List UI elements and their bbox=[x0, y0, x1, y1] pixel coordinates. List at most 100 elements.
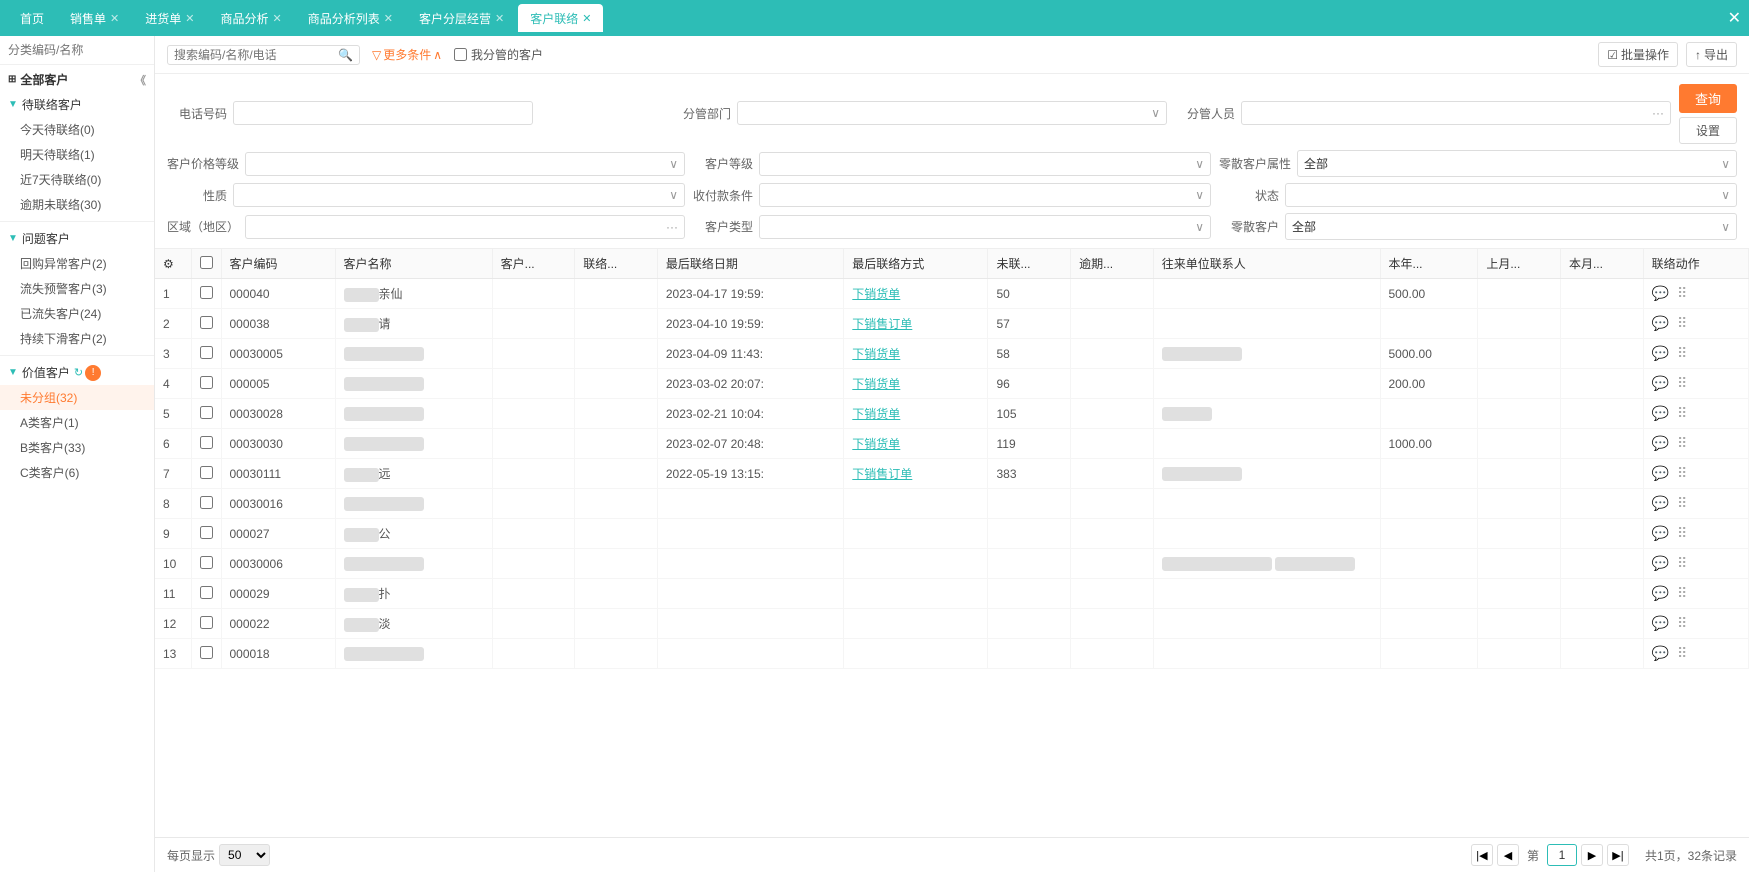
message-icon[interactable]: 💬 bbox=[1652, 405, 1669, 422]
qr-icon[interactable]: ⠿ bbox=[1677, 285, 1687, 302]
tab-home[interactable]: 首页 bbox=[8, 4, 56, 32]
qr-icon[interactable]: ⠿ bbox=[1677, 465, 1687, 482]
sidebar-item-churn-warning[interactable]: 流失预警客户(3) bbox=[0, 276, 154, 301]
message-icon[interactable]: 💬 bbox=[1652, 615, 1669, 632]
sidebar-item-class-b[interactable]: B类客户(33) bbox=[0, 435, 154, 460]
message-icon[interactable]: 💬 bbox=[1652, 285, 1669, 302]
sidebar-item-today[interactable]: 今天待联络(0) bbox=[0, 117, 154, 142]
message-icon[interactable]: 💬 bbox=[1652, 435, 1669, 452]
page-input[interactable] bbox=[1547, 844, 1577, 866]
settings-col-header[interactable]: ⚙ bbox=[155, 249, 191, 279]
sidebar-item-ungroup[interactable]: 未分组(32) bbox=[0, 385, 154, 410]
payment-select[interactable]: ∨ bbox=[759, 183, 1211, 207]
export-button[interactable]: ↑ 导出 bbox=[1686, 42, 1737, 67]
row-check[interactable] bbox=[191, 429, 221, 459]
message-icon[interactable]: 💬 bbox=[1652, 315, 1669, 332]
close-icon[interactable]: ✕ bbox=[110, 12, 119, 25]
qr-icon[interactable]: ⠿ bbox=[1677, 555, 1687, 572]
message-icon[interactable]: 💬 bbox=[1652, 555, 1669, 572]
message-icon[interactable]: 💬 bbox=[1652, 525, 1669, 542]
row-check[interactable] bbox=[191, 339, 221, 369]
tab-product-analysis[interactable]: 商品分析 ✕ bbox=[208, 4, 293, 32]
qr-icon[interactable]: ⠿ bbox=[1677, 645, 1687, 662]
customer-level-select[interactable]: ∨ bbox=[759, 152, 1211, 176]
customer-type-select[interactable]: ∨ bbox=[759, 215, 1211, 239]
close-icon[interactable]: ✕ bbox=[495, 12, 504, 25]
qr-icon[interactable]: ⠿ bbox=[1677, 615, 1687, 632]
qr-icon[interactable]: ⠿ bbox=[1677, 525, 1687, 542]
main-search-input[interactable] bbox=[174, 48, 334, 62]
close-icon[interactable]: ✕ bbox=[582, 12, 591, 25]
tab-purchase[interactable]: 进货单 ✕ bbox=[133, 4, 206, 32]
close-window-icon[interactable]: ✕ bbox=[1728, 8, 1741, 28]
reset-button[interactable]: 设置 bbox=[1679, 117, 1737, 144]
qr-icon[interactable]: ⠿ bbox=[1677, 585, 1687, 602]
sidebar-item-7days[interactable]: 近7天待联络(0) bbox=[0, 167, 154, 192]
sidebar-item-churned[interactable]: 已流失客户(24) bbox=[0, 301, 154, 326]
gender-select[interactable]: ∨ bbox=[233, 183, 685, 207]
last-method-link[interactable]: 下销货单 bbox=[852, 407, 900, 421]
retail-customer-select[interactable]: 全部 ∨ bbox=[1285, 213, 1737, 240]
message-icon[interactable]: 💬 bbox=[1652, 645, 1669, 662]
problem-customers-header[interactable]: ▼ 问题客户 bbox=[0, 226, 154, 251]
close-icon[interactable]: ✕ bbox=[384, 12, 393, 25]
row-check[interactable] bbox=[191, 489, 221, 519]
more-conditions-btn[interactable]: ▽ 更多条件 ∧ bbox=[372, 46, 442, 63]
region-select[interactable]: ··· bbox=[245, 215, 685, 239]
check-col-header[interactable] bbox=[191, 249, 221, 279]
tab-customer-contact[interactable]: 客户联络 ✕ bbox=[518, 4, 603, 32]
my-customers-checkbox[interactable]: 我分管的客户 bbox=[454, 46, 543, 63]
sidebar-item-tomorrow[interactable]: 明天待联络(1) bbox=[0, 142, 154, 167]
value-customers-header[interactable]: ▼ 价值客户 ↻ ! bbox=[0, 360, 154, 385]
qr-icon[interactable]: ⠿ bbox=[1677, 405, 1687, 422]
last-method-link[interactable]: 下销货单 bbox=[852, 287, 900, 301]
my-customers-check[interactable] bbox=[454, 48, 467, 61]
prev-page-btn[interactable]: ◀ bbox=[1497, 844, 1519, 866]
last-method-link[interactable]: 下销售订单 bbox=[852, 467, 912, 481]
qr-icon[interactable]: ⠿ bbox=[1677, 495, 1687, 512]
price-level-select[interactable]: ∨ bbox=[245, 152, 685, 176]
tab-customer-segment[interactable]: 客户分层经营 ✕ bbox=[407, 4, 516, 32]
first-page-btn[interactable]: |◀ bbox=[1471, 844, 1493, 866]
message-icon[interactable]: 💬 bbox=[1652, 495, 1669, 512]
message-icon[interactable]: 💬 bbox=[1652, 465, 1669, 482]
qr-icon[interactable]: ⠿ bbox=[1677, 375, 1687, 392]
row-check[interactable] bbox=[191, 309, 221, 339]
row-check[interactable] bbox=[191, 549, 221, 579]
message-icon[interactable]: 💬 bbox=[1652, 375, 1669, 392]
search-icon[interactable]: 🔍 bbox=[338, 48, 353, 62]
staff-select[interactable]: ··· bbox=[1241, 101, 1671, 125]
sidebar-item-class-a[interactable]: A类客户(1) bbox=[0, 410, 154, 435]
refresh-icon[interactable]: ↻ bbox=[74, 366, 83, 379]
close-icon[interactable]: ✕ bbox=[273, 12, 282, 25]
all-customers-header[interactable]: ⊞ 全部客户 《 bbox=[0, 65, 154, 92]
collapse-icon[interactable]: 《 bbox=[135, 72, 146, 88]
message-icon[interactable]: 💬 bbox=[1652, 585, 1669, 602]
row-check[interactable] bbox=[191, 639, 221, 669]
dots-icon[interactable]: ··· bbox=[666, 220, 678, 234]
phone-input[interactable] bbox=[233, 101, 533, 125]
tab-sales[interactable]: 销售单 ✕ bbox=[58, 4, 131, 32]
sidebar-search-input[interactable] bbox=[8, 43, 155, 57]
status-select[interactable]: ∨ bbox=[1285, 183, 1737, 207]
batch-ops-button[interactable]: ☑ 批量操作 bbox=[1598, 42, 1678, 67]
qr-icon[interactable]: ⠿ bbox=[1677, 345, 1687, 362]
row-check[interactable] bbox=[191, 609, 221, 639]
row-check[interactable] bbox=[191, 579, 221, 609]
qr-icon[interactable]: ⠿ bbox=[1677, 315, 1687, 332]
sidebar-item-abnormal[interactable]: 回购异常客户(2) bbox=[0, 251, 154, 276]
tab-product-list[interactable]: 商品分析列表 ✕ bbox=[296, 4, 405, 32]
sidebar-item-declining[interactable]: 持续下滑客户(2) bbox=[0, 326, 154, 351]
message-icon[interactable]: 💬 bbox=[1652, 345, 1669, 362]
last-method-link[interactable]: 下销货单 bbox=[852, 377, 900, 391]
next-page-btn[interactable]: ▶ bbox=[1581, 844, 1603, 866]
row-check[interactable] bbox=[191, 399, 221, 429]
dots-icon[interactable]: ··· bbox=[1652, 106, 1664, 120]
row-check[interactable] bbox=[191, 519, 221, 549]
row-check[interactable] bbox=[191, 279, 221, 309]
close-icon[interactable]: ✕ bbox=[185, 12, 194, 25]
last-page-btn[interactable]: ▶| bbox=[1607, 844, 1629, 866]
pending-contact-header[interactable]: ▼ 待联络客户 bbox=[0, 92, 154, 117]
row-check[interactable] bbox=[191, 369, 221, 399]
last-method-link[interactable]: 下销售订单 bbox=[852, 317, 912, 331]
